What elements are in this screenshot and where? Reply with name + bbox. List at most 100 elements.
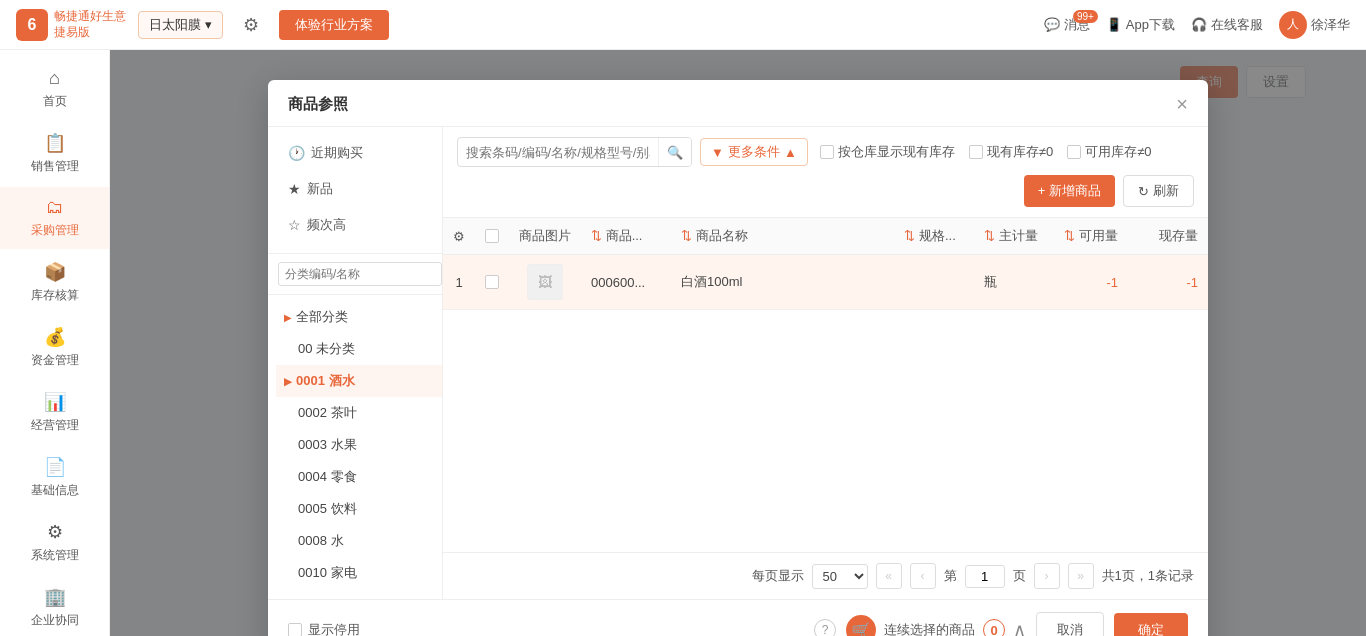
- operations-icon: 📊: [44, 391, 66, 413]
- message-nav-item[interactable]: 💬 消息 99+: [1044, 16, 1090, 34]
- checkbox-warehouse-box[interactable]: [820, 145, 834, 159]
- col-name-header[interactable]: ⇅ 商品名称: [671, 218, 894, 255]
- confirm-btn[interactable]: 确定: [1114, 613, 1188, 636]
- row-checkbox-cell[interactable]: [475, 255, 509, 310]
- online-service-nav-item[interactable]: 🎧 在线客服: [1191, 16, 1263, 34]
- search-bar: 🔍 ▼ 更多条件 ▲ 按仓库显示现有库存: [443, 127, 1208, 218]
- sidebar-item-finance[interactable]: 💰 资金管理: [0, 316, 109, 379]
- user-nav-item[interactable]: 人 徐泽华: [1279, 11, 1350, 39]
- checkbox-avail-nz[interactable]: 可用库存≠0: [1067, 143, 1151, 161]
- sidebar-item-sales[interactable]: 📋 销售管理: [0, 122, 109, 185]
- checkbox-stock-nz-box[interactable]: [969, 145, 983, 159]
- row-unit-cell: 瓶: [974, 255, 1048, 310]
- experience-btn[interactable]: 体验行业方案: [279, 10, 389, 40]
- filter-btn[interactable]: ▼ 更多条件 ▲: [700, 138, 808, 166]
- left-divider: [268, 253, 442, 254]
- clock-icon: 🕐: [288, 145, 305, 161]
- modal-close-btn[interactable]: ×: [1176, 94, 1188, 114]
- show-disabled-checkbox[interactable]: 显示停用: [288, 621, 360, 636]
- col-unit-header[interactable]: ⇅ 主计量: [974, 218, 1048, 255]
- product-table-wrap: ⚙ 商品图片: [443, 218, 1208, 552]
- star-icon: ★: [288, 181, 301, 197]
- sidebar-item-home[interactable]: ⌂ 首页: [0, 58, 109, 120]
- logo-icon: 6: [16, 9, 48, 41]
- category-arrow-icon: ▶: [284, 312, 292, 323]
- category-item-0002[interactable]: 0002 茶叶: [276, 397, 442, 429]
- row-stock-cell: -1: [1128, 255, 1208, 310]
- sidebar-item-operations[interactable]: 📊 经营管理: [0, 381, 109, 444]
- col-code-header[interactable]: ⇅ 商品...: [581, 218, 671, 255]
- help-icon[interactable]: ?: [814, 619, 836, 636]
- chevron-down-icon: ▾: [205, 17, 212, 32]
- category-search-input[interactable]: [278, 262, 442, 286]
- settings-icon: ⚙: [453, 229, 465, 244]
- checkbox-group: 按仓库显示现有库存 现有库存≠0 可用库存≠0: [820, 143, 1152, 161]
- sidebar-item-label: 采购管理: [31, 222, 79, 239]
- quick-links: 🕐 近期购买 ★ 新品 ☆ 频次高: [268, 137, 442, 249]
- cart-area[interactable]: 🛒 连续选择的商品 0 ∧: [846, 615, 1026, 636]
- category-item-0010[interactable]: 0010 家电: [276, 557, 442, 589]
- next-page-btn[interactable]: ›: [1034, 563, 1060, 589]
- page-num-input[interactable]: [965, 565, 1005, 588]
- cart-collapse-btn[interactable]: ∧: [1013, 619, 1026, 636]
- checkbox-stock-nz[interactable]: 现有库存≠0: [969, 143, 1053, 161]
- phone-icon: 📱: [1106, 17, 1122, 32]
- message-icon: 💬: [1044, 17, 1060, 32]
- category-item-0005[interactable]: 0005 饮料: [276, 493, 442, 525]
- page-size-select[interactable]: 50 10 20 100: [812, 564, 868, 589]
- add-product-btn[interactable]: + 新增商品: [1024, 175, 1115, 207]
- table-header-row: ⚙ 商品图片: [443, 218, 1208, 255]
- cancel-btn[interactable]: 取消: [1036, 612, 1104, 636]
- sort-icon-avail: ⇅: [1064, 228, 1075, 243]
- sidebar-item-enterprise[interactable]: 🏢 企业协同: [0, 576, 109, 636]
- row-name-cell: 白酒100ml: [671, 255, 894, 310]
- main-content: 查询 设置 商品参照 × 🕐 近期购买: [110, 50, 1366, 636]
- sidebar-item-label: 企业协同: [31, 612, 79, 629]
- first-page-btn[interactable]: «: [876, 563, 902, 589]
- sidebar-item-inventory[interactable]: 📦 库存核算: [0, 251, 109, 314]
- search-input[interactable]: [458, 145, 658, 160]
- col-spec-header[interactable]: ⇅ 规格...: [894, 218, 974, 255]
- sort-icon-spec: ⇅: [904, 228, 915, 243]
- gear-icon[interactable]: ⚙: [235, 9, 267, 41]
- purchase-icon: 🗂: [46, 197, 64, 218]
- quick-link-frequent[interactable]: ☆ 频次高: [278, 209, 432, 241]
- table-row[interactable]: 1 🖼: [443, 255, 1208, 310]
- quick-link-recent[interactable]: 🕐 近期购买: [278, 137, 432, 169]
- checkbox-warehouse[interactable]: 按仓库显示现有库存: [820, 143, 955, 161]
- sidebar: ⌂ 首页 📋 销售管理 🗂 采购管理 📦 库存核算 💰 资金管理 📊 经营管理 …: [0, 50, 110, 636]
- col-img-header[interactable]: 商品图片: [509, 218, 581, 255]
- left-panel: 🕐 近期购买 ★ 新品 ☆ 频次高: [268, 127, 443, 599]
- logo-area: 6 畅捷通好生意 捷易版: [16, 9, 126, 41]
- freq-icon: ☆: [288, 217, 301, 233]
- category-item-0004[interactable]: 0004 零食: [276, 461, 442, 493]
- sidebar-item-label: 基础信息: [31, 482, 79, 499]
- sort-icon: ⇅: [591, 228, 602, 243]
- checkbox-avail-nz-box[interactable]: [1067, 145, 1081, 159]
- col-avail-header[interactable]: ⇅ 可用量: [1048, 218, 1128, 255]
- category-item-0001[interactable]: ▶ 0001 酒水: [276, 365, 442, 397]
- category-item-0008[interactable]: 0008 水: [276, 525, 442, 557]
- sidebar-item-basic[interactable]: 📄 基础信息: [0, 446, 109, 509]
- sidebar-item-purchase[interactable]: 🗂 采购管理: [0, 187, 109, 249]
- cart-count: 0: [983, 619, 1005, 636]
- quick-link-new[interactable]: ★ 新品: [278, 173, 432, 205]
- last-page-icon: »: [1077, 569, 1084, 583]
- modal-header: 商品参照 ×: [268, 80, 1208, 127]
- row-checkbox[interactable]: [485, 275, 499, 289]
- app-download-nav-item[interactable]: 📱 App下载: [1106, 16, 1175, 34]
- search-btn[interactable]: 🔍: [658, 138, 691, 166]
- prev-page-btn[interactable]: ‹: [910, 563, 936, 589]
- last-page-btn[interactable]: »: [1068, 563, 1094, 589]
- category-item-0003[interactable]: 0003 水果: [276, 429, 442, 461]
- category-item-all[interactable]: ▶ 全部分类: [276, 301, 442, 333]
- col-settings-header[interactable]: ⚙: [443, 218, 475, 255]
- show-disabled-box[interactable]: [288, 623, 302, 636]
- category-item-00[interactable]: 00 未分类: [276, 333, 442, 365]
- refresh-btn[interactable]: ↻ 刷新: [1123, 175, 1194, 207]
- col-check-header[interactable]: [475, 218, 509, 255]
- product-image: 🖼: [527, 264, 563, 300]
- select-all-checkbox[interactable]: [485, 229, 499, 243]
- nav-dropdown[interactable]: 日太阳膜 ▾: [138, 11, 223, 39]
- sidebar-item-system[interactable]: ⚙ 系统管理: [0, 511, 109, 574]
